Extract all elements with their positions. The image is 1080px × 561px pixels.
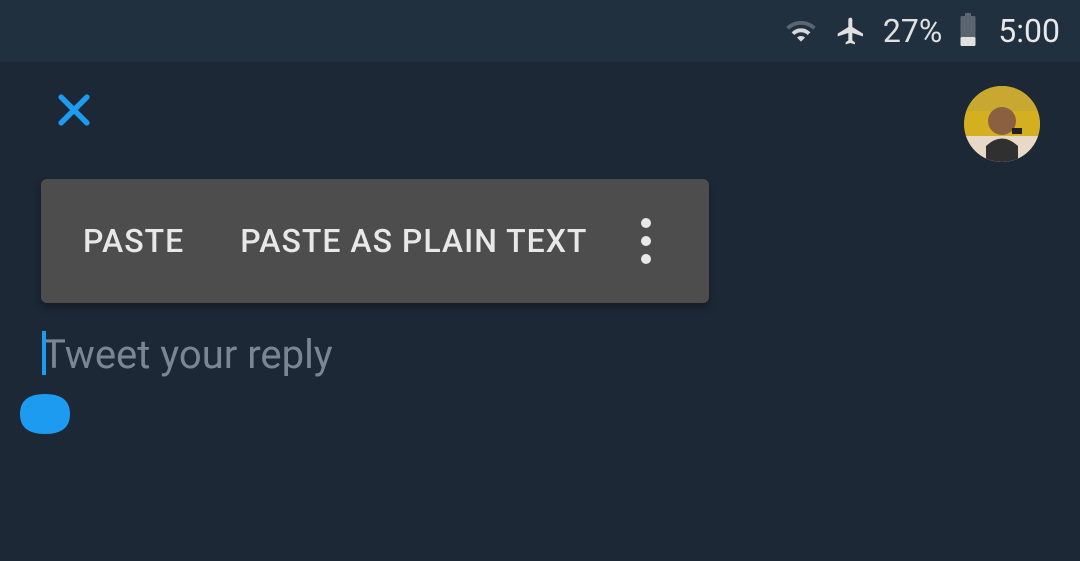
text-selection-handle[interactable] <box>20 376 70 436</box>
battery-percent: 27% <box>883 12 942 50</box>
wifi-icon <box>783 15 819 47</box>
more-vertical-icon <box>641 218 651 228</box>
compose-placeholder: Tweet your reply <box>40 331 1040 378</box>
paste-button[interactable]: PASTE <box>83 222 184 260</box>
context-menu-overflow-button[interactable] <box>625 210 667 272</box>
compose-input[interactable]: Tweet your reply <box>40 331 1040 378</box>
airplane-mode-icon <box>835 15 867 47</box>
compose-header <box>0 62 1080 162</box>
close-button[interactable] <box>50 86 98 134</box>
text-cursor <box>42 331 46 375</box>
text-context-menu: PASTE PASTE AS PLAIN TEXT <box>41 179 709 303</box>
user-avatar[interactable] <box>964 86 1040 162</box>
battery-icon <box>958 13 978 49</box>
paste-plain-text-button[interactable]: PASTE AS PLAIN TEXT <box>240 222 587 260</box>
clock: 5:00 <box>998 12 1060 50</box>
status-bar: 27% 5:00 <box>0 0 1080 62</box>
close-icon <box>52 88 96 132</box>
